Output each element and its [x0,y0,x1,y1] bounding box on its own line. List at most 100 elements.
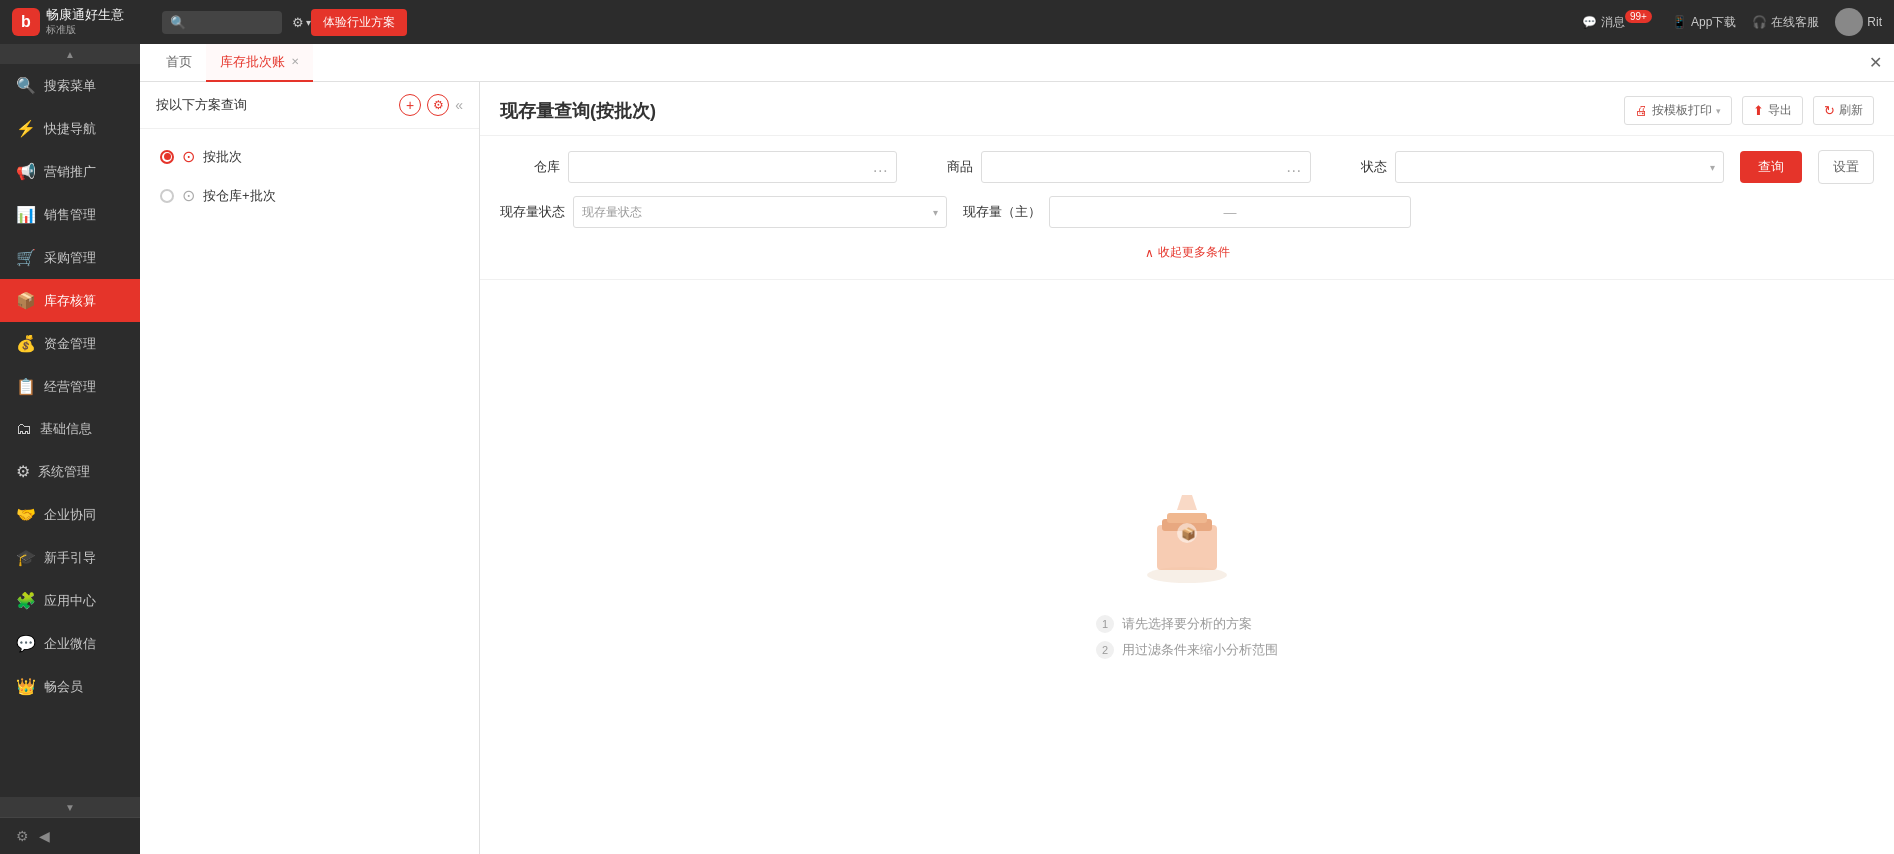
purchase-icon: 🛒 [16,248,36,267]
main-layout: ▲ 🔍 搜索菜单 ⚡ 快捷导航 📢 营销推广 📊 销售管理 🛒 采购管理 [0,44,1894,854]
experience-button[interactable]: 体验行业方案 [311,9,407,36]
empty-state: 📦 1 请先选择要分析的方案 2 用过滤条件来缩小分析范围 [480,280,1894,854]
product-input-wrap[interactable]: … [981,151,1310,183]
inventory-status-placeholder: 现存量状态 [582,204,933,221]
plan-label-batch: 按批次 [203,148,242,166]
sidebar-item-inventory[interactable]: 📦 库存核算 [0,279,140,322]
add-plan-button[interactable]: + [399,94,421,116]
export-button[interactable]: ⬆ 导出 [1742,96,1803,125]
inventory-status-chevron-icon: ▾ [933,207,938,218]
sidebar-item-collab[interactable]: 🤝 企业协同 [0,493,140,536]
inventory-qty-to[interactable] [1245,205,1402,219]
left-panel: 按以下方案查询 + ⚙ « ⊙ 按批次 ⊙ [140,82,480,854]
inventory-icon: 📦 [16,291,36,310]
sidebar-item-marketing[interactable]: 📢 营销推广 [0,150,140,193]
page-header-actions: 🖨 按模板打印 ▾ ⬆ 导出 ↻ 刷新 [1624,96,1874,125]
sidebar-item-system[interactable]: ⚙ 系统管理 [0,450,140,493]
query-button[interactable]: 查询 [1740,151,1802,183]
search-input[interactable] [192,15,272,29]
tab-close-icon[interactable]: ✕ [291,56,299,67]
search-bar[interactable]: 🔍 [162,11,282,34]
print-icon: 🖨 [1635,103,1648,118]
plan-settings-button[interactable]: ⚙ [427,94,449,116]
left-panel-title: 按以下方案查询 [156,96,247,114]
sales-icon: 📊 [16,205,36,224]
phone-icon: 📱 [1672,15,1687,29]
product-dots[interactable]: … [1286,158,1302,176]
sidebar-item-basic[interactable]: 🗂 基础信息 [0,408,140,450]
filter-row-1: 仓库 … 商品 … [500,150,1874,184]
top-header: b 畅康通好生意 标准版 🔍 ⚙ ▾ 体验行业方案 💬 消息 99+ 📱 App… [0,0,1894,44]
inventory-qty-range[interactable]: — [1049,196,1410,228]
print-template-button[interactable]: 🖨 按模板打印 ▾ [1624,96,1732,125]
tab-bar-close-button[interactable]: ✕ [1869,53,1882,72]
sidebar-label-member: 畅会员 [44,678,83,696]
sidebar-scroll-top[interactable]: ▲ [0,44,140,64]
app-download-action[interactable]: 📱 App下载 [1672,14,1736,31]
left-panel-actions: + ⚙ « [399,94,463,116]
tip-num-1: 1 [1096,615,1114,633]
sidebar-label-basic: 基础信息 [40,420,92,438]
refresh-button[interactable]: ↻ 刷新 [1813,96,1874,125]
sidebar-item-wechat[interactable]: 💬 企业微信 [0,622,140,665]
inventory-status-select[interactable]: 现存量状态 ▾ [573,196,947,228]
user-area[interactable]: Rit [1835,8,1882,36]
product-input[interactable] [990,160,1281,174]
operation-icon: 📋 [16,377,36,396]
filter-item-status: 状态 ▾ [1327,151,1724,183]
status-label: 状态 [1327,158,1387,176]
empty-illustration: 📦 [1127,475,1247,595]
product-label: 商品 [913,158,973,176]
sidebar-item-purchase[interactable]: 🛒 采购管理 [0,236,140,279]
tab-home[interactable]: 首页 [152,44,206,82]
panel-collapse-button[interactable]: « [455,97,463,113]
warehouse-input[interactable] [577,160,868,174]
sidebar-item-newbie[interactable]: 🎓 新手引导 [0,536,140,579]
plan-item-batch[interactable]: ⊙ 按批次 [140,137,479,176]
print-chevron-icon: ▾ [1716,106,1721,116]
shortcut-icon: ⚡ [16,119,36,138]
user-name: Rit [1867,15,1882,29]
collapse-more-button[interactable]: ∧ 收起更多条件 [500,240,1874,265]
logo-text-area: 畅康通好生意 标准版 [46,7,124,37]
export-icon: ⬆ [1753,103,1764,118]
sidebar-item-sales[interactable]: 📊 销售管理 [0,193,140,236]
warehouse-input-wrap[interactable]: … [568,151,897,183]
logo-area: b 畅康通好生意 标准版 [12,7,152,37]
filter-item-inventory-status: 现存量状态 现存量状态 ▾ [500,196,947,228]
sidebar-item-search[interactable]: 🔍 搜索菜单 [0,64,140,107]
messages-action[interactable]: 💬 消息 99+ [1582,14,1656,31]
sidebar-item-operation[interactable]: 📋 经营管理 [0,365,140,408]
sidebar-item-finance[interactable]: 💰 资金管理 [0,322,140,365]
messages-icon: 💬 [1582,15,1597,29]
status-select-wrap[interactable]: ▾ [1395,151,1724,183]
page-title: 现存量查询(按批次) [500,99,656,123]
warehouse-dots[interactable]: … [872,158,888,176]
settings-button[interactable]: 设置 [1818,150,1874,184]
user-avatar [1835,8,1863,36]
messages-badge: 99+ [1625,10,1652,23]
settings-icon-header[interactable]: ⚙ [292,15,304,30]
sidebar-label-shortcut: 快捷导航 [44,120,96,138]
export-label: 导出 [1768,102,1792,119]
sidebar-label-search: 搜索菜单 [44,77,96,95]
plan-item-warehouse-batch[interactable]: ⊙ 按仓库+批次 [140,176,479,215]
filter-item-warehouse: 仓库 … [500,151,897,183]
tab-bar: 首页 库存批次账 ✕ ✕ [140,44,1894,82]
tab-inventory-batch[interactable]: 库存批次账 ✕ [206,44,313,82]
sidebar-scroll-bottom[interactable]: ▼ [0,797,140,817]
sidebar-label-system: 系统管理 [38,463,90,481]
app-name: 畅康通好生意 [46,7,124,23]
inventory-qty-from[interactable] [1058,205,1215,219]
apps-icon: 🧩 [16,591,36,610]
sidebar-settings-icon[interactable]: ⚙ [16,828,29,844]
sidebar-bottom: ⚙ ◀ [0,817,140,854]
sidebar-item-shortcut[interactable]: ⚡ 快捷导航 [0,107,140,150]
sidebar-item-member[interactable]: 👑 畅会员 [0,665,140,708]
tab-inventory-batch-label: 库存批次账 [220,53,285,71]
online-service-action[interactable]: 🎧 在线客服 [1752,14,1819,31]
sidebar-collapse-icon[interactable]: ◀ [39,828,50,844]
refresh-icon: ↻ [1824,103,1835,118]
status-chevron-icon: ▾ [1710,162,1715,173]
sidebar-item-apps[interactable]: 🧩 应用中心 [0,579,140,622]
